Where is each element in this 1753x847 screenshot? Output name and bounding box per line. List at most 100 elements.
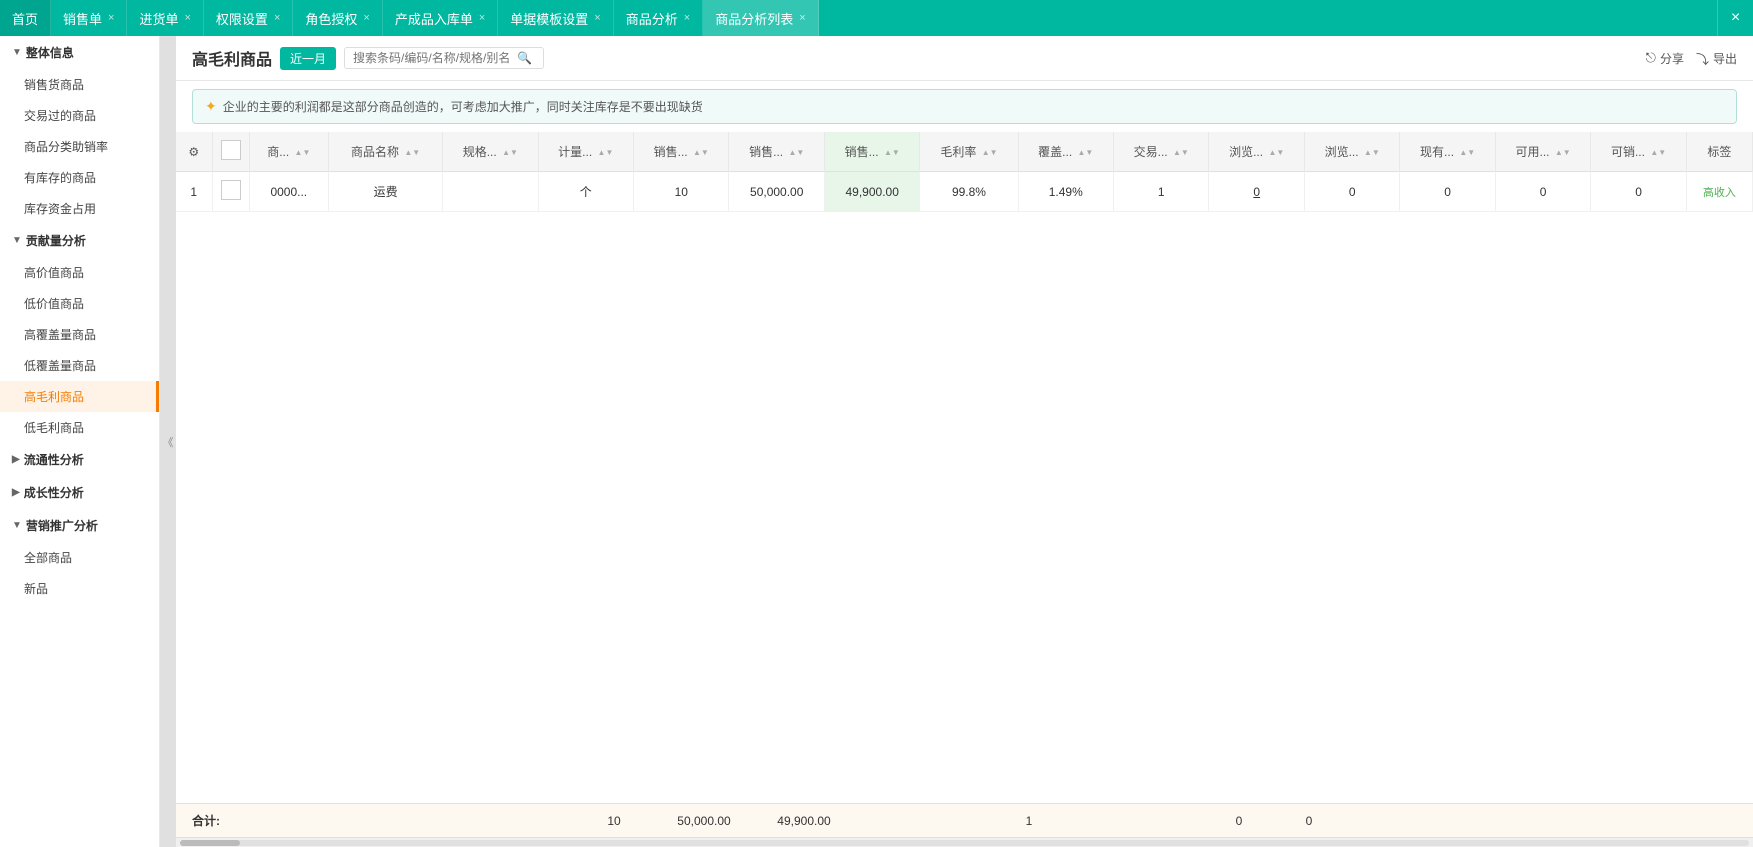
- tab-template-close[interactable]: ×: [594, 12, 600, 24]
- search-icon[interactable]: 🔍: [517, 51, 532, 65]
- col-transaction[interactable]: 交易... ▲▼: [1114, 132, 1209, 172]
- cell-view2: 0: [1304, 172, 1399, 212]
- col-current-stock[interactable]: 现有... ▲▼: [1400, 132, 1495, 172]
- tab-stock-in-close[interactable]: ×: [479, 12, 485, 24]
- tab-role[interactable]: 角色授权 ×: [293, 0, 382, 36]
- cell-saleable-stock: 0: [1591, 172, 1686, 212]
- sidebar-group-contribution[interactable]: ▼ 贡献量分析: [0, 224, 159, 257]
- col-available-stock[interactable]: 可用... ▲▼: [1495, 132, 1590, 172]
- cell-code: 0000...: [249, 172, 329, 212]
- col-unit[interactable]: 计量... ▲▼: [538, 132, 633, 172]
- sidebar-item-all-goods[interactable]: 全部商品: [0, 542, 159, 573]
- col-tag[interactable]: 标签: [1686, 132, 1752, 172]
- export-icon: ⤵: [1696, 49, 1709, 68]
- cell-sales-qty: 10: [634, 172, 729, 212]
- sidebar-item-high-value[interactable]: 高价值商品: [0, 257, 159, 288]
- sidebar-collapse-button[interactable]: 《: [160, 36, 176, 847]
- export-label: 导出: [1713, 50, 1737, 67]
- sidebar-group-overall[interactable]: ▼ 整体信息: [0, 36, 159, 69]
- col-view1[interactable]: 浏览... ▲▼: [1209, 132, 1304, 172]
- footer-empty6: [924, 814, 994, 828]
- tab-permission-close[interactable]: ×: [274, 12, 280, 24]
- top-navigation: 首页 销售单 × 进货单 × 权限设置 × 角色授权 × 产成品入库单 × 单据…: [0, 0, 1753, 36]
- view1-link[interactable]: 0: [1253, 185, 1260, 199]
- sidebar-item-low-margin[interactable]: 低毛利商品: [0, 412, 159, 443]
- sort-saleable-stock-icon[interactable]: ▲▼: [1650, 148, 1666, 157]
- sidebar-group-liquidity[interactable]: ▶ 流通性分析: [0, 443, 159, 476]
- sidebar-item-in-stock[interactable]: 有库存的商品: [0, 162, 159, 193]
- col-checkbox[interactable]: [212, 132, 249, 172]
- content-header: 高毛利商品 近一月 🔍 ⎋ 分享 ⤵ 导出: [176, 36, 1753, 81]
- col-coverage[interactable]: 覆盖... ▲▼: [1018, 132, 1113, 172]
- sidebar-group-growth[interactable]: ▶ 成长性分析: [0, 476, 159, 509]
- sort-sales-cost-icon[interactable]: ▲▼: [884, 148, 900, 157]
- col-code[interactable]: 商... ▲▼: [249, 132, 329, 172]
- tab-stock-in-label: 产成品入库单: [395, 9, 473, 28]
- sort-sales-qty-icon[interactable]: ▲▼: [693, 148, 709, 157]
- tab-analysis-close[interactable]: ×: [684, 12, 690, 24]
- sort-view2-icon[interactable]: ▲▼: [1364, 148, 1380, 157]
- sort-available-stock-icon[interactable]: ▲▼: [1555, 148, 1571, 157]
- sidebar-group-marketing[interactable]: ▼ 营销推广分析: [0, 509, 159, 542]
- export-button[interactable]: ⤵ 导出: [1696, 49, 1737, 68]
- cell-view1[interactable]: 0: [1209, 172, 1304, 212]
- sidebar-item-low-coverage[interactable]: 低覆盖量商品: [0, 350, 159, 381]
- tab-purchase[interactable]: 进货单 ×: [127, 0, 203, 36]
- settings-icon[interactable]: ⚙: [188, 145, 199, 159]
- sidebar-item-high-coverage[interactable]: 高覆盖量商品: [0, 319, 159, 350]
- search-box: 🔍: [344, 47, 544, 69]
- scrollbar-thumb[interactable]: [180, 840, 240, 846]
- tab-sales-close[interactable]: ×: [108, 12, 114, 24]
- tab-sales[interactable]: 销售单 ×: [51, 0, 127, 36]
- col-spec[interactable]: 规格... ▲▼: [443, 132, 538, 172]
- sort-sales-amount-icon[interactable]: ▲▼: [788, 148, 804, 157]
- cell-checkbox[interactable]: [212, 172, 249, 212]
- col-name[interactable]: 商品名称 ▲▼: [329, 132, 443, 172]
- tab-analysis-list[interactable]: 商品分析列表 ×: [703, 0, 818, 36]
- tab-role-close[interactable]: ×: [363, 12, 369, 24]
- tab-purchase-close[interactable]: ×: [184, 12, 190, 24]
- cell-tag: 高收入: [1686, 172, 1752, 212]
- sidebar-item-sales-goods[interactable]: 销售货商品: [0, 69, 159, 100]
- tab-stock-in[interactable]: 产成品入库单 ×: [383, 0, 498, 36]
- col-view2[interactable]: 浏览... ▲▼: [1304, 132, 1399, 172]
- row-checkbox[interactable]: [221, 180, 241, 200]
- col-sales-amount[interactable]: 销售... ▲▼: [729, 132, 824, 172]
- sort-coverage-icon[interactable]: ▲▼: [1078, 148, 1094, 157]
- sort-spec-icon[interactable]: ▲▼: [502, 148, 518, 157]
- sort-view1-icon[interactable]: ▲▼: [1268, 148, 1284, 157]
- sort-gross-margin-icon[interactable]: ▲▼: [982, 148, 998, 157]
- sidebar-item-stock-capital[interactable]: 库存资金占用: [0, 193, 159, 224]
- sort-unit-icon[interactable]: ▲▼: [598, 148, 614, 157]
- share-button[interactable]: ⎋ 分享: [1646, 50, 1684, 67]
- close-all-button[interactable]: ×: [1717, 0, 1753, 36]
- sidebar-item-new-goods[interactable]: 新品: [0, 573, 159, 604]
- footer-label: 合计:: [192, 812, 220, 829]
- info-banner: ✦ 企业的主要的利润都是这部分商品创造的，可考虑加大推广，同时关注库存是不要出现…: [192, 89, 1737, 124]
- filter-recent-month-button[interactable]: 近一月: [280, 47, 336, 70]
- sort-transaction-icon[interactable]: ▲▼: [1173, 148, 1189, 157]
- select-all-checkbox[interactable]: [221, 140, 241, 160]
- col-sales-cost[interactable]: 销售... ▲▼: [824, 132, 919, 172]
- tab-analysis[interactable]: 商品分析 ×: [614, 0, 703, 36]
- tab-analysis-list-close[interactable]: ×: [799, 12, 805, 24]
- cell-spec: [443, 172, 538, 212]
- sidebar-item-high-margin[interactable]: 高毛利商品: [0, 381, 159, 412]
- sort-current-stock-icon[interactable]: ▲▼: [1459, 148, 1475, 157]
- col-saleable-stock[interactable]: 可销... ▲▼: [1591, 132, 1686, 172]
- sidebar-item-traded-goods[interactable]: 交易过的商品: [0, 100, 159, 131]
- col-settings[interactable]: ⚙: [176, 132, 212, 172]
- horizontal-scrollbar[interactable]: [176, 837, 1753, 847]
- scrollbar-track[interactable]: [180, 840, 1749, 846]
- col-gross-margin[interactable]: 毛利率 ▲▼: [920, 132, 1018, 172]
- tab-permission[interactable]: 权限设置 ×: [204, 0, 293, 36]
- sidebar-item-low-value[interactable]: 低价值商品: [0, 288, 159, 319]
- sort-name-icon[interactable]: ▲▼: [404, 148, 420, 157]
- tab-home[interactable]: 首页: [0, 0, 51, 36]
- tab-template[interactable]: 单据模板设置 ×: [498, 0, 613, 36]
- col-sales-qty[interactable]: 销售... ▲▼: [634, 132, 729, 172]
- cell-unit: 个: [538, 172, 633, 212]
- sidebar-item-category-rate[interactable]: 商品分类助销率: [0, 131, 159, 162]
- search-input[interactable]: [353, 51, 513, 65]
- sort-code-icon[interactable]: ▲▼: [295, 148, 311, 157]
